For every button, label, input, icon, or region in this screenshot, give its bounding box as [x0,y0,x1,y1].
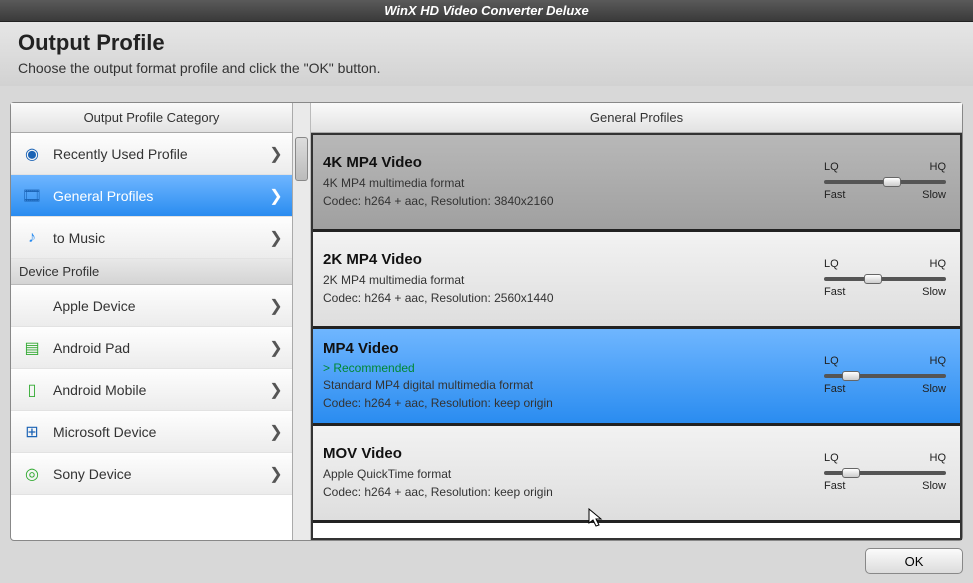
profile-info: MP4 Video > Recommended Standard MP4 dig… [313,329,810,423]
slow-label: Slow [922,286,946,298]
fast-label: Fast [824,189,845,201]
profile-mov-video[interactable]: MOV Video Apple QuickTime formatCodec: h… [313,426,960,523]
quality-slider[interactable] [824,466,946,480]
profile-title: MP4 Video [323,340,800,357]
chevron-right-icon: ❯ [270,384,282,396]
sidebar-item-android-mobile[interactable]: ▯ Android Mobile ❯ [11,369,292,411]
slider-thumb[interactable] [883,177,901,187]
hq-label: HQ [930,452,947,464]
lq-label: LQ [824,452,839,464]
lq-label: LQ [824,161,839,173]
slow-label: Slow [922,480,946,492]
fast-label: Fast [824,286,845,298]
sidebar-list: ◉ Recently Used Profile ❯ 🎞 General Prof… [11,133,292,540]
profile-desc: 4K MP4 multimedia formatCodec: h264 + aa… [323,175,800,210]
sidebar-item-label: Apple Device [53,298,270,314]
page-title: Output Profile [18,30,955,56]
quality-slider[interactable] [824,369,946,383]
profile-2k-mp4-video[interactable]: 2K MP4 Video 2K MP4 multimedia formatCod… [313,232,960,329]
sidebar-scrollbar[interactable] [293,103,311,540]
sidebar: Output Profile Category ◉ Recently Used … [11,103,293,540]
sidebar-item-label: to Music [53,230,270,246]
body: Output Profile Category ◉ Recently Used … [10,102,963,541]
apple-icon [21,295,43,317]
slow-label: Slow [922,383,946,395]
profiles-list: 4K MP4 Video 4K MP4 multimedia formatCod… [311,133,962,540]
sidebar-header: Output Profile Category [11,103,292,133]
sidebar-item-general-profiles[interactable]: 🎞 General Profiles ❯ [11,175,292,217]
window-title: WinX HD Video Converter Deluxe [384,3,589,18]
profile-desc: Standard MP4 digital multimedia formatCo… [323,377,800,412]
quality-control: LQ HQ Fast Slow [810,329,960,423]
film-icon: 🎞 [21,185,43,207]
chevron-right-icon: ❯ [270,468,282,480]
slider-thumb[interactable] [842,468,860,478]
profile-desc: 2K MP4 multimedia formatCodec: h264 + aa… [323,272,800,307]
profile-title: 4K MP4 Video [323,154,800,171]
profile-title: 2K MP4 Video [323,251,800,268]
titlebar: WinX HD Video Converter Deluxe [0,0,973,22]
lq-label: LQ [824,258,839,270]
slider-track [824,277,946,281]
android-icon: ▤ [21,337,43,359]
quality-control: LQ HQ Fast Slow [810,135,960,229]
profile-desc: Apple QuickTime formatCodec: h264 + aac,… [323,466,800,501]
main-header: General Profiles [311,103,962,133]
chevron-right-icon: ❯ [270,148,282,160]
scrollbar-thumb[interactable] [295,137,308,181]
sidebar-item-to-music[interactable]: ♪ to Music ❯ [11,217,292,259]
hq-label: HQ [930,258,947,270]
quality-control: LQ HQ Fast Slow [810,232,960,326]
sidebar-item-label: Recently Used Profile [53,146,270,162]
profile-4k-mp4-video[interactable]: 4K MP4 Video 4K MP4 multimedia formatCod… [313,135,960,232]
lq-label: LQ [824,355,839,367]
sidebar-item-label: General Profiles [53,188,270,204]
sidebar-item-label: Android Mobile [53,382,270,398]
hq-label: HQ [930,161,947,173]
quality-slider[interactable] [824,175,946,189]
ok-button[interactable]: OK [865,548,963,574]
chevron-right-icon: ❯ [270,426,282,438]
chevron-right-icon: ❯ [270,300,282,312]
quality-slider[interactable] [824,272,946,286]
recommended-label: > Recommended [323,361,800,375]
sidebar-section-device: Device Profile [11,259,292,285]
fast-label: Fast [824,383,845,395]
windows-icon: ⊞ [21,421,43,443]
sidebar-item-label: Android Pad [53,340,270,356]
recent-circle-icon: ◉ [21,143,43,165]
profile-info: 2K MP4 Video 2K MP4 multimedia formatCod… [313,232,810,326]
sidebar-item-microsoft-device[interactable]: ⊞ Microsoft Device ❯ [11,411,292,453]
sidebar-item-android-pad[interactable]: ▤ Android Pad ❯ [11,327,292,369]
sidebar-item-sony-device[interactable]: ◎ Sony Device ❯ [11,453,292,495]
slider-thumb[interactable] [842,371,860,381]
profile-title: MOV Video [323,445,800,462]
slow-label: Slow [922,189,946,201]
sony-icon: ◎ [21,463,43,485]
header: Output Profile Choose the output format … [0,22,973,86]
quality-control: LQ HQ Fast Slow [810,426,960,520]
chevron-right-icon: ❯ [270,190,282,202]
music-note-icon: ♪ [21,227,43,249]
main-panel: General Profiles 4K MP4 Video 4K MP4 mul… [311,103,962,540]
sidebar-item-recently-used-profile[interactable]: ◉ Recently Used Profile ❯ [11,133,292,175]
android-icon: ▯ [21,379,43,401]
profile-info: MOV Video Apple QuickTime formatCodec: h… [313,426,810,520]
slider-thumb[interactable] [864,274,882,284]
footer: OK [10,545,963,577]
sidebar-item-label: Microsoft Device [53,424,270,440]
hq-label: HQ [930,355,947,367]
sidebar-item-apple-device[interactable]: Apple Device ❯ [11,285,292,327]
chevron-right-icon: ❯ [270,342,282,354]
fast-label: Fast [824,480,845,492]
profile-mp4-video[interactable]: MP4 Video > Recommended Standard MP4 dig… [313,329,960,426]
sidebar-item-label: Sony Device [53,466,270,482]
page-subtitle: Choose the output format profile and cli… [18,60,955,76]
profile-info: 4K MP4 Video 4K MP4 multimedia formatCod… [313,135,810,229]
chevron-right-icon: ❯ [270,232,282,244]
